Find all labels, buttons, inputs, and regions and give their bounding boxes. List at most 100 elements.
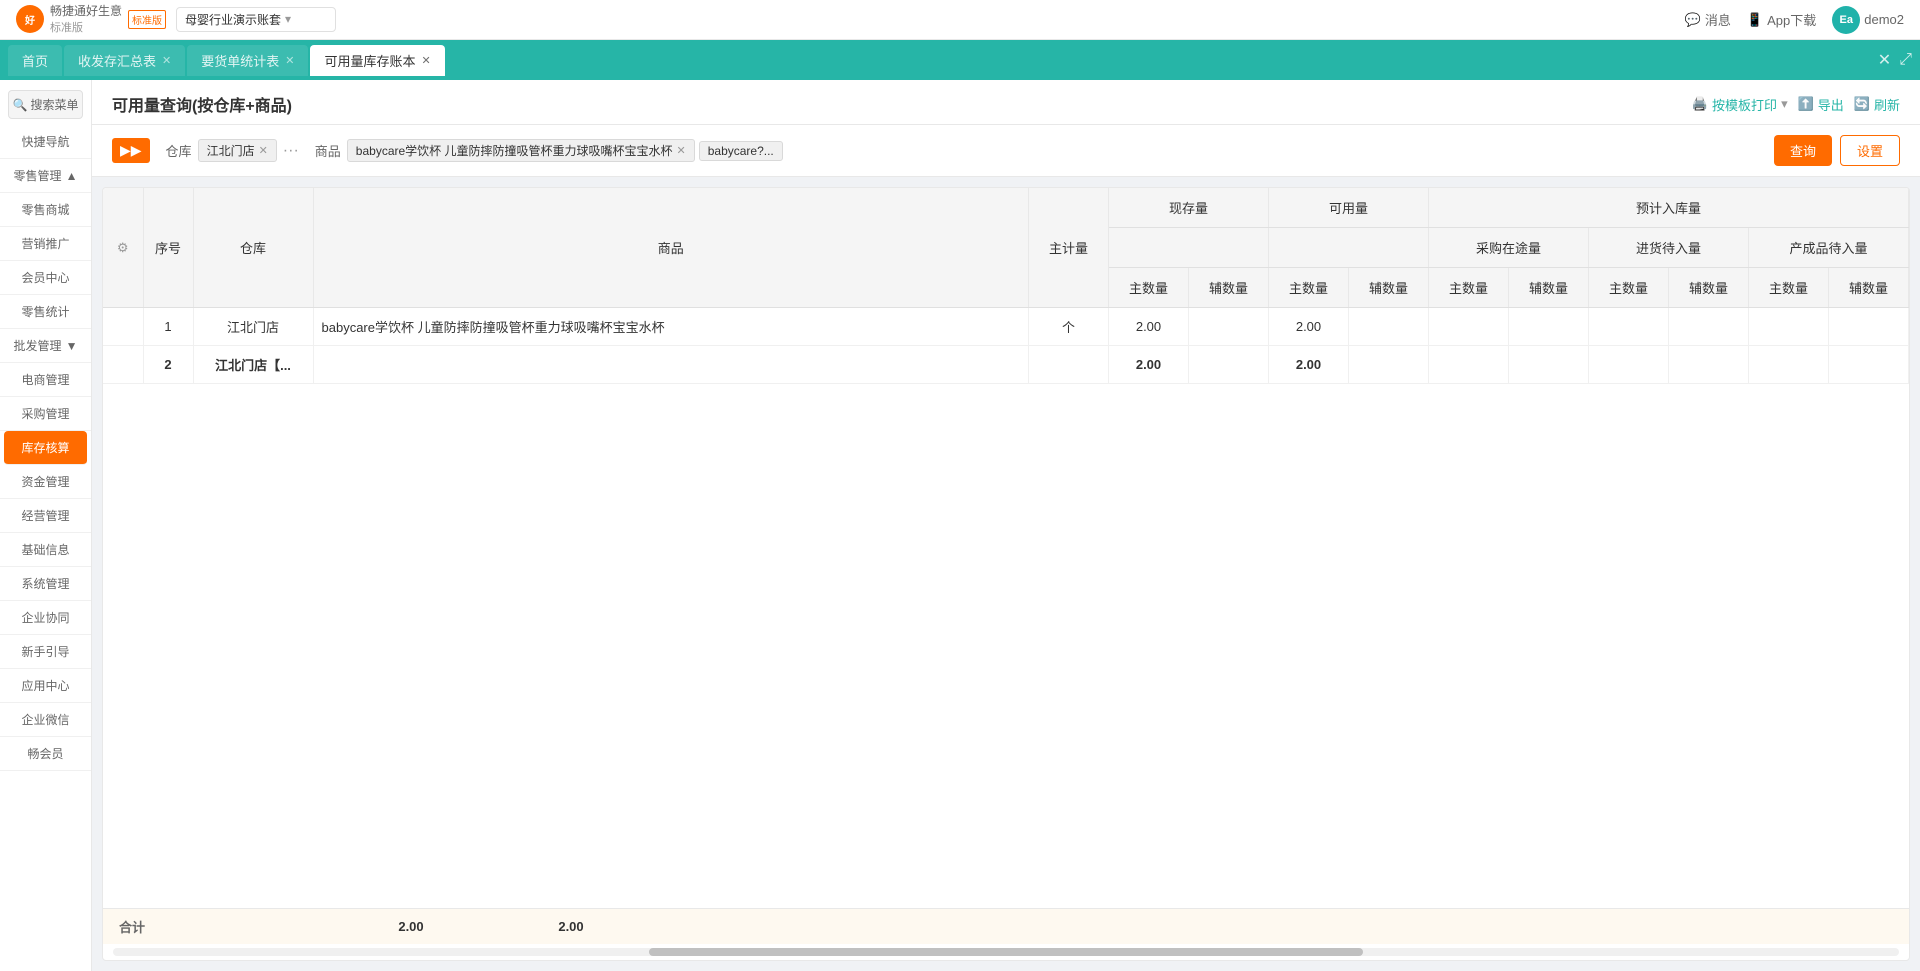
export-label: 导出	[1818, 95, 1844, 114]
export-btn[interactable]: ⬆️ 导出	[1798, 95, 1844, 114]
row2-product	[313, 346, 1029, 384]
refresh-icon: 🔄	[1854, 96, 1870, 112]
chevron-down-icon: ▼	[66, 339, 78, 353]
search-menu-btn[interactable]: 🔍 搜索菜单	[8, 90, 83, 119]
sidebar-item-finance[interactable]: 资金管理	[0, 465, 91, 499]
sidebar-item-retail-mgmt[interactable]: 零售管理 ▲	[0, 159, 91, 193]
sidebar-item-purchase-label: 采购管理	[21, 407, 69, 421]
close-all-icon[interactable]: ✕	[1878, 50, 1891, 70]
tab-home-label: 首页	[22, 51, 48, 70]
th-stock-sub	[1109, 228, 1269, 268]
sidebar-item-app-center[interactable]: 应用中心	[0, 669, 91, 703]
username: demo2	[1864, 12, 1904, 27]
sidebar-item-purchase[interactable]: 采购管理	[0, 397, 91, 431]
sidebar-item-vip[interactable]: 畅会员	[0, 737, 91, 771]
sidebar-item-marketing-label: 营销推广	[21, 237, 69, 251]
sidebar-item-member[interactable]: 会员中心	[0, 261, 91, 295]
settings-icon[interactable]: ⚙	[117, 240, 129, 255]
data-table: ⚙ 序号 仓库 商品 主计量	[103, 188, 1909, 384]
tab-bar-actions: ✕ ⤢	[1878, 50, 1912, 70]
message-btn[interactable]: 💬 消息	[1685, 10, 1731, 29]
product-filter: 商品 babycare学饮杯 儿童防摔防撞吸管杯重力球吸嘴杯宝宝水杯 ✕ bab…	[315, 139, 783, 162]
table-row: 2 江北门店【... 2.00 2.00	[103, 346, 1909, 384]
table-scroll[interactable]: ⚙ 序号 仓库 商品 主计量	[103, 188, 1909, 908]
row1-stock-aux	[1189, 308, 1269, 346]
th-incoming-main: 主数量	[1589, 268, 1669, 308]
user-menu[interactable]: Ea demo2	[1832, 6, 1904, 34]
th-incoming-group: 进货待入量	[1589, 228, 1749, 268]
tab-home[interactable]: 首页	[8, 45, 62, 76]
template-print-btn[interactable]: 🖨️ 按模板打印 ▾	[1692, 95, 1788, 114]
sidebar-item-basic-info[interactable]: 基础信息	[0, 533, 91, 567]
th-no: 序号	[143, 188, 193, 308]
main-layout: 🔍 搜索菜单 快捷导航 零售管理 ▲ 零售商城 营销推广 会员中心 零售统计 批…	[0, 80, 1920, 971]
row1-purchase-main	[1429, 308, 1509, 346]
row2-purchase-main	[1429, 346, 1509, 384]
logo-text-block: 畅捷通好生意 标准版	[50, 4, 122, 34]
settings-btn[interactable]: 设置	[1840, 135, 1900, 166]
sidebar-item-quick-nav[interactable]: 快捷导航	[0, 125, 91, 159]
sidebar-item-retail-stats-label: 零售统计	[21, 305, 69, 319]
sidebar-item-marketing[interactable]: 营销推广	[0, 227, 91, 261]
logo-icon: 好	[16, 5, 44, 33]
th-stock-group: 现存量	[1109, 188, 1269, 228]
product-tag-1-close[interactable]: ✕	[677, 144, 686, 157]
org-selector[interactable]: 母婴行业演示账套 ▾	[176, 7, 336, 32]
sidebar-item-ecommerce-label: 电商管理	[21, 373, 69, 387]
sidebar-item-wecom[interactable]: 企业微信	[0, 703, 91, 737]
product-tag-1[interactable]: babycare学饮杯 儿童防摔防撞吸管杯重力球吸嘴杯宝宝水杯 ✕	[347, 139, 695, 162]
tab-order-close[interactable]: ✕	[285, 54, 294, 67]
footer-label: 合计	[119, 917, 199, 936]
sidebar-item-vip-label: 畅会员	[27, 747, 63, 761]
warehouse-more[interactable]: ···	[283, 142, 299, 160]
tab-available[interactable]: 可用量库存账本 ✕	[310, 45, 444, 76]
row2-settings	[103, 346, 143, 384]
sidebar-item-retail-stats[interactable]: 零售统计	[0, 295, 91, 329]
sidebar-item-operations[interactable]: 经营管理	[0, 499, 91, 533]
horizontal-scrollbar[interactable]	[113, 948, 1899, 956]
sidebar-item-inventory-label: 库存核算	[21, 441, 69, 455]
sidebar-item-enterprise[interactable]: 企业协同	[0, 601, 91, 635]
row2-stock-main: 2.00	[1109, 346, 1189, 384]
message-label: 消息	[1705, 10, 1731, 29]
scroll-thumb[interactable]	[649, 948, 1363, 956]
th-avail-aux: 辅数量	[1349, 268, 1429, 308]
template-print-label: 按模板打印	[1712, 95, 1777, 114]
top-bar-left: 好 畅捷通好生意 标准版 标准版 母婴行业演示账套 ▾	[16, 4, 336, 34]
tab-receive-label: 收发存汇总表	[78, 51, 156, 70]
product-tag-2[interactable]: babycare?...	[699, 141, 783, 161]
search-menu-label: 搜索菜单	[30, 96, 78, 113]
logo-text: 畅捷通好生意	[50, 4, 122, 18]
footer-stock-main: 2.00	[371, 919, 451, 934]
tab-order[interactable]: 要货单统计表 ✕	[187, 45, 308, 76]
table-row: 1 江北门店 babycare学饮杯 儿童防摔防撞吸管杯重力球吸嘴杯宝宝水杯 个…	[103, 308, 1909, 346]
refresh-btn[interactable]: 🔄 刷新	[1854, 95, 1900, 114]
sidebar-item-guide[interactable]: 新手引导	[0, 635, 91, 669]
sidebar-item-retail-shop[interactable]: 零售商城	[0, 193, 91, 227]
sidebar-item-wholesale-mgmt[interactable]: 批发管理 ▼	[0, 329, 91, 363]
tab-receive-close[interactable]: ✕	[162, 54, 171, 67]
warehouse-tags: 江北门店 ✕	[198, 139, 277, 162]
sidebar-item-member-label: 会员中心	[21, 271, 69, 285]
filter-toggle-btn[interactable]: ▶▶	[112, 138, 150, 163]
tab-bar: 首页 收发存汇总表 ✕ 要货单统计表 ✕ 可用量库存账本 ✕ ✕ ⤢	[0, 40, 1920, 80]
row1-stock-main: 2.00	[1109, 308, 1189, 346]
tab-available-close[interactable]: ✕	[422, 54, 431, 67]
app-label: App下载	[1767, 10, 1816, 29]
query-btn[interactable]: 查询	[1774, 135, 1832, 166]
warehouse-tag-close[interactable]: ✕	[259, 144, 268, 157]
row1-produced-aux	[1829, 308, 1909, 346]
sidebar-item-basic-info-label: 基础信息	[21, 543, 69, 557]
warehouse-tag-text: 江北门店	[207, 142, 255, 159]
sidebar-item-system[interactable]: 系统管理	[0, 567, 91, 601]
product-tag-1-text: babycare学饮杯 儿童防摔防撞吸管杯重力球吸嘴杯宝宝水杯	[356, 142, 673, 159]
warehouse-tag[interactable]: 江北门店 ✕	[198, 139, 277, 162]
sidebar-item-inventory[interactable]: 库存核算	[4, 431, 87, 465]
tab-receive[interactable]: 收发存汇总表 ✕	[64, 45, 185, 76]
row2-produced-aux	[1829, 346, 1909, 384]
sidebar-item-system-label: 系统管理	[21, 577, 69, 591]
row1-produced-main	[1749, 308, 1829, 346]
maximize-icon[interactable]: ⤢	[1899, 51, 1912, 69]
sidebar-item-ecommerce[interactable]: 电商管理	[0, 363, 91, 397]
app-download-btn[interactable]: 📱 App下载	[1747, 10, 1816, 29]
